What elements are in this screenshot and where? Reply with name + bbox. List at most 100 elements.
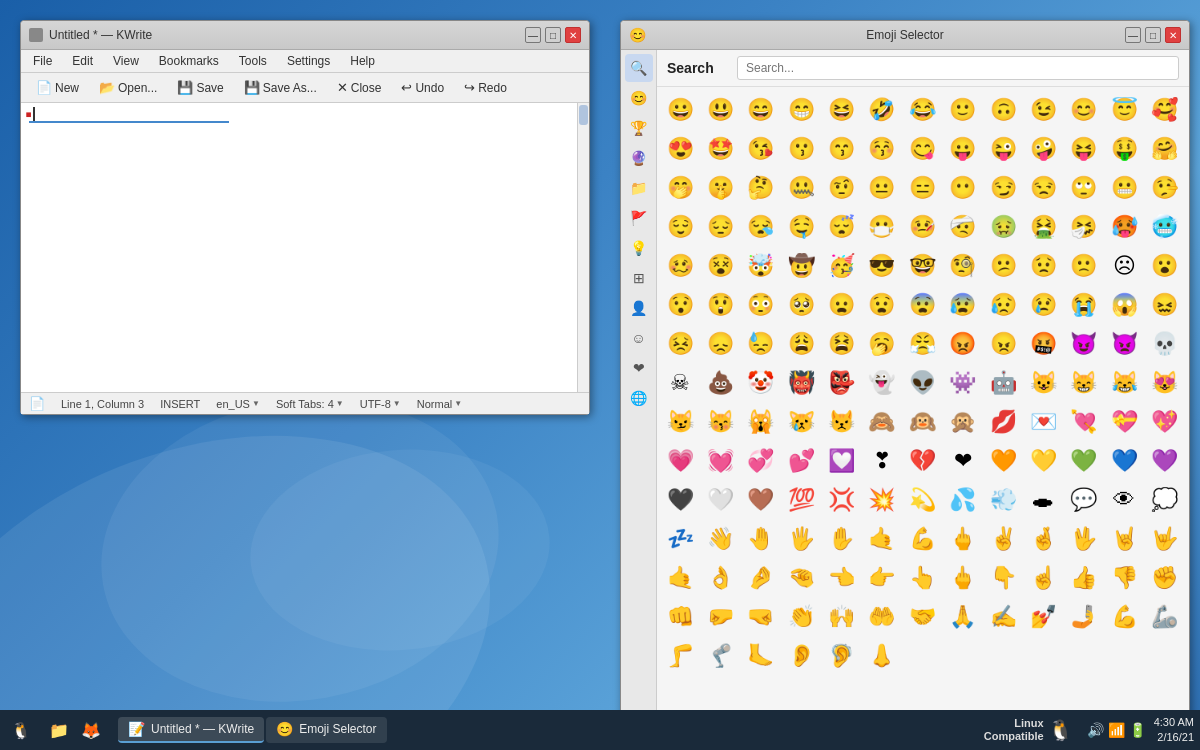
taskbar-files-icon[interactable]: 📁 xyxy=(44,715,74,745)
emoji-cell[interactable]: 😿 xyxy=(782,403,820,441)
save-button[interactable]: 💾 Save xyxy=(170,76,230,99)
emoji-cell[interactable]: 😟 xyxy=(1024,247,1062,285)
emoji-cell[interactable]: 💓 xyxy=(701,442,739,480)
emoji-cell[interactable]: 🖐 xyxy=(782,520,820,558)
emoji-cell[interactable]: 😹 xyxy=(1105,364,1143,402)
emoji-cell[interactable]: 😢 xyxy=(1024,286,1062,324)
menu-bookmarks[interactable]: Bookmarks xyxy=(155,52,223,70)
taskbar-browser-icon[interactable]: 🦊 xyxy=(76,715,106,745)
emoji-cell[interactable]: 🤡 xyxy=(742,364,780,402)
editor-scrollbar[interactable] xyxy=(577,103,589,392)
emoji-cell[interactable]: 😍 xyxy=(661,130,699,168)
emoji-close-button[interactable]: ✕ xyxy=(1165,27,1181,43)
emoji-cell[interactable]: 🤓 xyxy=(903,247,941,285)
emoji-cell[interactable]: 👹 xyxy=(782,364,820,402)
emoji-cell[interactable]: 🤕 xyxy=(944,208,982,246)
emoji-cell[interactable]: 🙈 xyxy=(863,403,901,441)
emoji-cell[interactable]: 👏 xyxy=(782,598,820,636)
taskbar-clock[interactable]: 4:30 AM 2/16/21 xyxy=(1154,715,1194,746)
emoji-cell[interactable]: 👌 xyxy=(701,559,739,597)
emoji-cell[interactable]: 😫 xyxy=(823,325,861,363)
kwrite-maximize-button[interactable]: □ xyxy=(545,27,561,43)
emoji-cell[interactable]: 😀 xyxy=(661,91,699,129)
emoji-cell[interactable]: 👾 xyxy=(944,364,982,402)
emoji-cell[interactable]: 😘 xyxy=(742,130,780,168)
view-dropdown[interactable]: Normal ▼ xyxy=(417,398,462,410)
sidebar-activities-button[interactable]: 🏆 xyxy=(625,114,653,142)
emoji-cell[interactable]: 🤠 xyxy=(782,247,820,285)
sidebar-flags-button[interactable]: 🚩 xyxy=(625,204,653,232)
emoji-cell[interactable]: 😱 xyxy=(1105,286,1143,324)
emoji-cell[interactable]: 💞 xyxy=(742,442,780,480)
emoji-cell[interactable]: 👉 xyxy=(863,559,901,597)
network-icon[interactable]: 🔊 xyxy=(1087,722,1104,738)
emoji-cell[interactable]: 😺 xyxy=(1024,364,1062,402)
sidebar-search-button[interactable]: 🔍 xyxy=(625,54,653,82)
emoji-cell[interactable]: 💟 xyxy=(823,442,861,480)
emoji-cell[interactable]: 💦 xyxy=(944,481,982,519)
emoji-cell[interactable]: 💖 xyxy=(1146,403,1184,441)
emoji-cell[interactable]: 🦵 xyxy=(661,637,699,675)
emoji-cell[interactable]: 💌 xyxy=(1024,403,1062,441)
emoji-cell[interactable]: 🤐 xyxy=(782,169,820,207)
emoji-cell[interactable]: 😳 xyxy=(742,286,780,324)
emoji-cell[interactable]: ✋ xyxy=(823,520,861,558)
emoji-cell[interactable]: 🤧 xyxy=(1065,208,1103,246)
emoji-cell[interactable]: 🧡 xyxy=(984,442,1022,480)
emoji-cell[interactable]: 🤒 xyxy=(903,208,941,246)
emoji-cell[interactable]: 💨 xyxy=(984,481,1022,519)
menu-tools[interactable]: Tools xyxy=(235,52,271,70)
emoji-cell[interactable]: 😄 xyxy=(742,91,780,129)
emoji-cell[interactable]: 👂 xyxy=(782,637,820,675)
emoji-cell[interactable]: 💀 xyxy=(1146,325,1184,363)
redo-button[interactable]: ↪ Redo xyxy=(457,76,514,99)
undo-button[interactable]: ↩ Undo xyxy=(394,76,451,99)
emoji-cell[interactable]: 🤪 xyxy=(1024,130,1062,168)
emoji-cell[interactable]: 💯 xyxy=(782,481,820,519)
emoji-cell[interactable]: 🙄 xyxy=(1065,169,1103,207)
taskbar-kwrite-app[interactable]: 📝 Untitled * — KWrite xyxy=(118,717,264,743)
emoji-cell[interactable]: 🤭 xyxy=(661,169,699,207)
new-button[interactable]: 📄 New xyxy=(29,76,86,99)
emoji-cell[interactable]: 🦶 xyxy=(742,637,780,675)
emoji-cell[interactable]: 👺 xyxy=(823,364,861,402)
emoji-cell[interactable]: 💚 xyxy=(1065,442,1103,480)
emoji-cell[interactable]: 🥱 xyxy=(863,325,901,363)
menu-help[interactable]: Help xyxy=(346,52,379,70)
emoji-cell[interactable]: 😇 xyxy=(1105,91,1143,129)
emoji-cell[interactable]: 💋 xyxy=(984,403,1022,441)
emoji-grid-container[interactable]: 😀😃😄😁😆🤣😂🙂🙃😉😊😇🥰😍🤩😘😗😙😚😋😛😜🤪😝🤑🤗🤭🤫🤔🤐🤨😐😑😶😏😒🙄😬🤥😌… xyxy=(657,87,1189,719)
close-button[interactable]: ✕ Close xyxy=(330,76,389,99)
emoji-cell[interactable]: 😚 xyxy=(863,130,901,168)
emoji-cell[interactable]: 👻 xyxy=(863,364,901,402)
emoji-cell[interactable]: 🥶 xyxy=(1146,208,1184,246)
emoji-cell[interactable]: 💘 xyxy=(1065,403,1103,441)
emoji-cell[interactable]: 🦻 xyxy=(823,637,861,675)
emoji-cell[interactable]: 🤬 xyxy=(1024,325,1062,363)
emoji-cell[interactable]: 🙉 xyxy=(903,403,941,441)
emoji-cell[interactable]: 🤣 xyxy=(863,91,901,129)
emoji-cell[interactable]: 😽 xyxy=(701,403,739,441)
emoji-cell[interactable]: 🖕 xyxy=(944,520,982,558)
emoji-cell[interactable]: 🥳 xyxy=(823,247,861,285)
emoji-cell[interactable]: 🦿 xyxy=(701,637,739,675)
emoji-cell[interactable]: 👍 xyxy=(1065,559,1103,597)
emoji-cell[interactable]: 😁 xyxy=(782,91,820,129)
emoji-cell[interactable]: 💙 xyxy=(1105,442,1143,480)
emoji-cell[interactable]: 💪 xyxy=(903,520,941,558)
emoji-cell[interactable]: 👇 xyxy=(984,559,1022,597)
emoji-cell[interactable]: 🤘 xyxy=(1105,520,1143,558)
volume-icon[interactable]: 📶 xyxy=(1108,722,1125,738)
emoji-maximize-button[interactable]: □ xyxy=(1145,27,1161,43)
emoji-cell[interactable]: 💩 xyxy=(701,364,739,402)
emoji-cell[interactable]: 😈 xyxy=(1065,325,1103,363)
emoji-cell[interactable]: 🕳 xyxy=(1024,481,1062,519)
taskbar-emoji-app[interactable]: 😊 Emoji Selector xyxy=(266,717,386,743)
emoji-cell[interactable]: 🥰 xyxy=(1146,91,1184,129)
emoji-cell[interactable]: ✊ xyxy=(1146,559,1184,597)
emoji-cell[interactable]: 🤍 xyxy=(701,481,739,519)
emoji-cell[interactable]: 💭 xyxy=(1146,481,1184,519)
emoji-cell[interactable]: 👁 xyxy=(1105,481,1143,519)
emoji-cell[interactable]: 😔 xyxy=(701,208,739,246)
emoji-cell[interactable]: 🤢 xyxy=(984,208,1022,246)
